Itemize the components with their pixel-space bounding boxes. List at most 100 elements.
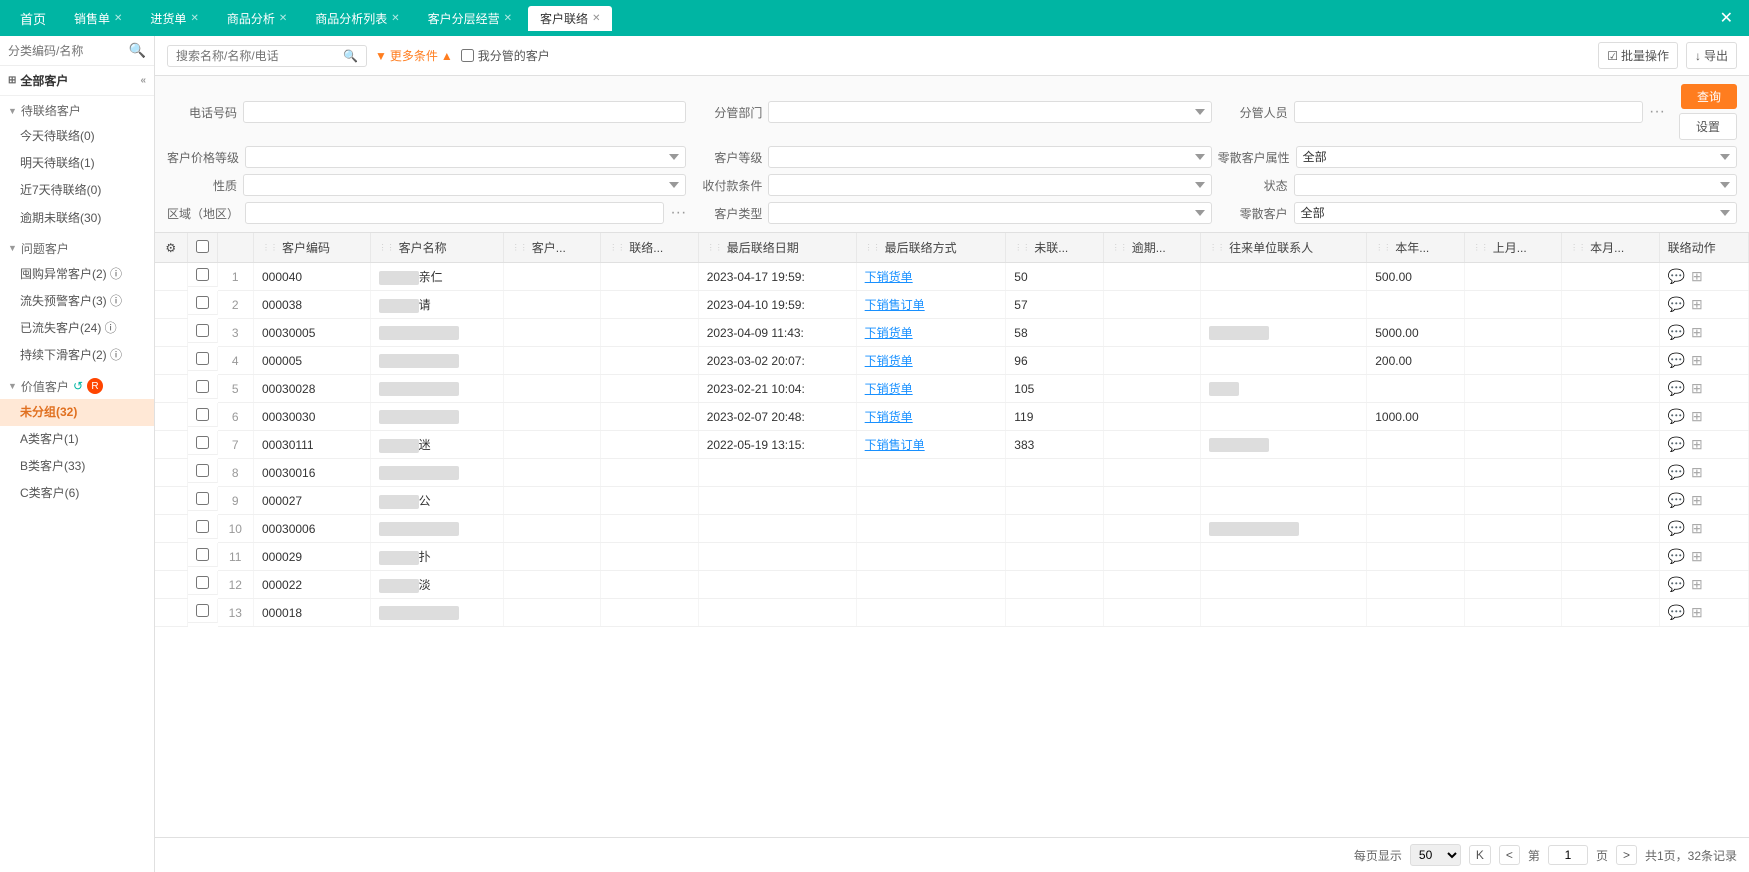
- chat-icon[interactable]: 💬: [1668, 492, 1685, 509]
- customer-level-select[interactable]: [768, 146, 1211, 168]
- phone-input[interactable]: [243, 101, 686, 123]
- batch-op-button[interactable]: ☑ 批量操作: [1598, 42, 1678, 69]
- chat-icon[interactable]: 💬: [1668, 324, 1685, 341]
- settings-gear-icon[interactable]: ⚙: [165, 241, 176, 255]
- col-type-header[interactable]: 客户...: [503, 233, 600, 263]
- query-button[interactable]: 查询: [1681, 84, 1737, 109]
- scatter-attr-select[interactable]: 全部: [1296, 146, 1737, 168]
- chat-icon[interactable]: 💬: [1668, 408, 1685, 425]
- grid-action-icon[interactable]: ⊞: [1691, 352, 1703, 369]
- overdue-sort[interactable]: 逾期...: [1112, 239, 1192, 256]
- price-level-select[interactable]: [245, 146, 686, 168]
- contact-sort[interactable]: 联络...: [609, 239, 689, 256]
- dept-select[interactable]: [768, 101, 1211, 123]
- last-date-sort[interactable]: 最后联络日期: [707, 239, 848, 256]
- chat-icon[interactable]: 💬: [1668, 464, 1685, 481]
- chat-icon[interactable]: 💬: [1668, 604, 1685, 621]
- close-icon[interactable]: ✕: [279, 13, 287, 24]
- grid-action-icon[interactable]: ⊞: [1691, 576, 1703, 593]
- chat-icon[interactable]: 💬: [1668, 268, 1685, 285]
- group-problem-header[interactable]: ▼ 问题客户: [0, 236, 154, 261]
- name-sort[interactable]: 客户名称: [379, 239, 495, 256]
- close-icon[interactable]: ✕: [592, 13, 600, 24]
- row-checkbox[interactable]: [196, 520, 209, 533]
- dots-icon[interactable]: ···: [1649, 104, 1665, 120]
- close-icon[interactable]: ✕: [391, 13, 399, 24]
- sidebar-item-abnormal[interactable]: 囤购异常客户(2) ⓘ: [0, 261, 154, 288]
- type-sort[interactable]: 客户...: [512, 239, 592, 256]
- manager-input[interactable]: [1294, 101, 1643, 123]
- row-checkbox[interactable]: [196, 464, 209, 477]
- my-customers-checkbox[interactable]: [461, 49, 474, 62]
- search-icon[interactable]: 🔍: [129, 42, 146, 59]
- payment-select[interactable]: [768, 174, 1211, 196]
- prev-page-button[interactable]: <: [1499, 845, 1520, 865]
- region-input[interactable]: [245, 202, 664, 224]
- this-year-sort[interactable]: 本年...: [1375, 239, 1455, 256]
- first-page-button[interactable]: K: [1469, 845, 1491, 865]
- sidebar-item-class-b[interactable]: B类客户(33): [0, 453, 154, 480]
- sidebar-item-churn-warning[interactable]: 流失预警客户(3) ⓘ: [0, 288, 154, 315]
- col-this-year-header[interactable]: 本年...: [1367, 233, 1464, 263]
- scatter-select[interactable]: 全部: [1294, 202, 1737, 224]
- region-dots-icon[interactable]: ···: [670, 205, 686, 221]
- next-page-button[interactable]: >: [1616, 845, 1637, 865]
- grid-action-icon[interactable]: ⊞: [1691, 492, 1703, 509]
- grid-action-icon[interactable]: ⊞: [1691, 268, 1703, 285]
- grid-action-icon[interactable]: ⊞: [1691, 520, 1703, 537]
- nav-tab-customer-contact[interactable]: 客户联络 ✕: [528, 6, 612, 31]
- nature-select[interactable]: [243, 174, 686, 196]
- code-sort[interactable]: 客户编码: [262, 239, 362, 256]
- col-this-month-header[interactable]: 本月...: [1562, 233, 1659, 263]
- refresh-icon[interactable]: ↺: [73, 379, 83, 393]
- sidebar-item-class-a[interactable]: A类客户(1): [0, 426, 154, 453]
- contact-method-link[interactable]: 下销售订单: [865, 298, 925, 312]
- grid-action-icon[interactable]: ⊞: [1691, 296, 1703, 313]
- chat-icon[interactable]: 💬: [1668, 380, 1685, 397]
- sidebar-search-input[interactable]: [8, 44, 125, 58]
- group-value-header[interactable]: ▼ 价值客户 ↺ R: [0, 374, 154, 399]
- contact-method-link[interactable]: 下销货单: [865, 410, 913, 424]
- sidebar-item-churned[interactable]: 已流失客户(24) ⓘ: [0, 315, 154, 342]
- grid-action-icon[interactable]: ⊞: [1691, 324, 1703, 341]
- grid-action-icon[interactable]: ⊞: [1691, 436, 1703, 453]
- chat-icon[interactable]: 💬: [1668, 520, 1685, 537]
- contact-method-link[interactable]: 下销售订单: [865, 438, 925, 452]
- row-checkbox[interactable]: [196, 408, 209, 421]
- contact-method-link[interactable]: 下销货单: [865, 382, 913, 396]
- customer-type-select[interactable]: [768, 202, 1211, 224]
- grid-action-icon[interactable]: ⊞: [1691, 380, 1703, 397]
- col-unit-contact-header[interactable]: 往来单位联系人: [1201, 233, 1367, 263]
- row-checkbox[interactable]: [196, 296, 209, 309]
- per-page-select[interactable]: 50 100 200: [1410, 844, 1461, 866]
- close-icon[interactable]: ✕: [190, 13, 198, 24]
- col-no-contact-header[interactable]: 未联...: [1006, 233, 1103, 263]
- col-last-month-header[interactable]: 上月...: [1464, 233, 1561, 263]
- nav-tab-purchase[interactable]: 进货单 ✕: [138, 6, 210, 31]
- all-customers-header[interactable]: ⊞ 全部客户 «: [0, 66, 154, 96]
- grid-action-icon[interactable]: ⊞: [1691, 408, 1703, 425]
- status-select[interactable]: [1294, 174, 1737, 196]
- col-name-header[interactable]: 客户名称: [370, 233, 503, 263]
- grid-action-icon[interactable]: ⊞: [1691, 604, 1703, 621]
- collapse-icon[interactable]: «: [140, 75, 146, 86]
- sidebar-item-overdue[interactable]: 逾期未联络(30): [0, 205, 154, 232]
- export-button[interactable]: ↓ 导出: [1686, 42, 1737, 69]
- chat-icon[interactable]: 💬: [1668, 548, 1685, 565]
- window-close-button[interactable]: ✕: [1712, 4, 1741, 32]
- contact-method-link[interactable]: 下销货单: [865, 326, 913, 340]
- row-checkbox[interactable]: [196, 352, 209, 365]
- sidebar-item-tomorrow[interactable]: 明天待联络(1): [0, 150, 154, 177]
- contact-method-link[interactable]: 下销货单: [865, 354, 913, 368]
- row-checkbox[interactable]: [196, 548, 209, 561]
- last-month-sort[interactable]: 上月...: [1473, 239, 1553, 256]
- page-input[interactable]: [1548, 845, 1588, 865]
- chat-icon[interactable]: 💬: [1668, 576, 1685, 593]
- select-all-checkbox[interactable]: [196, 240, 209, 253]
- nav-tab-sales[interactable]: 销售单 ✕: [62, 6, 134, 31]
- nav-tab-product-analysis[interactable]: 商品分析 ✕: [215, 6, 299, 31]
- unit-contact-sort[interactable]: 往来单位联系人: [1209, 239, 1358, 256]
- col-last-method-header[interactable]: 最后联络方式: [856, 233, 1006, 263]
- grid-action-icon[interactable]: ⊞: [1691, 464, 1703, 481]
- no-contact-sort[interactable]: 未联...: [1014, 239, 1094, 256]
